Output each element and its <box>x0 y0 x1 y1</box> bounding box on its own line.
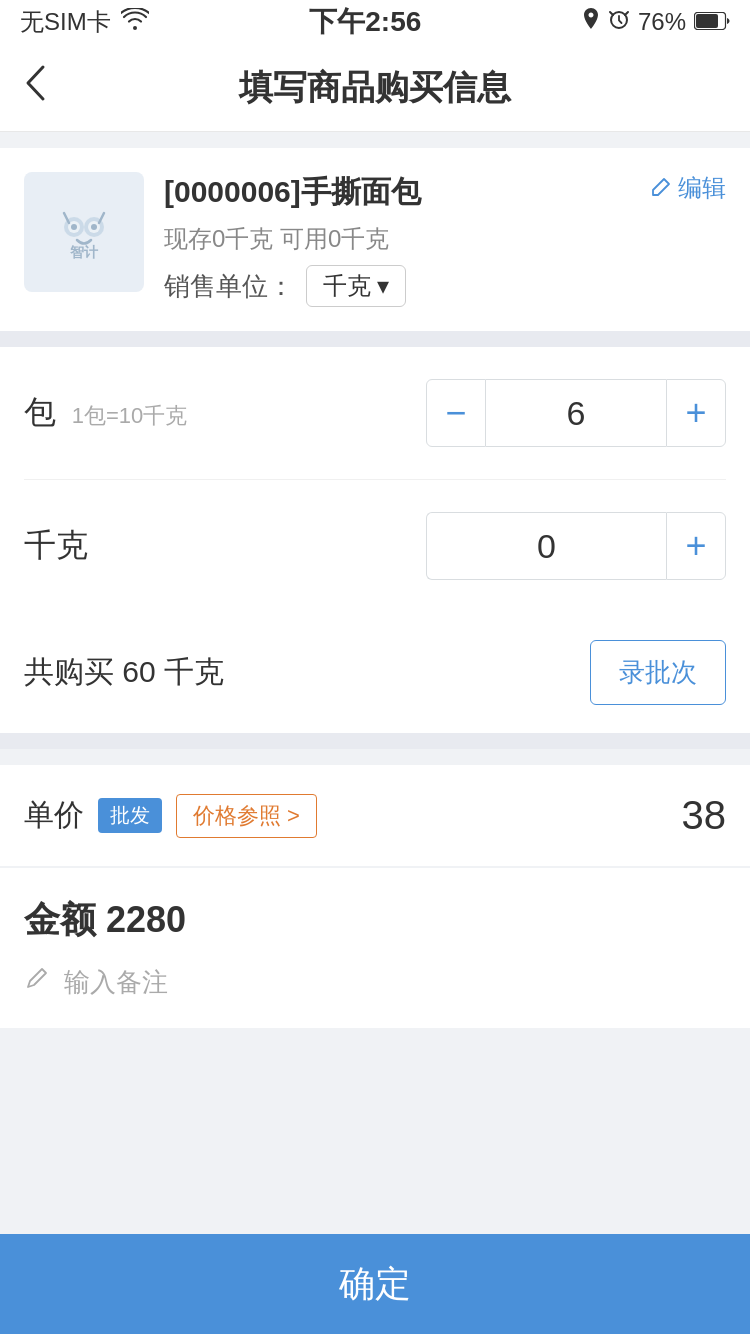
status-bar: 无SIM卡 下午2:56 <box>0 0 750 44</box>
bag-label: 包 <box>24 394 56 430</box>
svg-rect-2 <box>696 14 718 28</box>
summary-text: 共购买 60 千克 <box>24 652 224 693</box>
summary-section: 共购买 60 千克 录批次 <box>0 612 750 733</box>
confirm-button[interactable]: 确定 <box>0 1234 750 1334</box>
amount-section: 金额 2280 输入备注 <box>0 868 750 1028</box>
unit-value: 千克 <box>323 270 371 302</box>
svg-point-7 <box>71 224 77 230</box>
product-card: 智计 [0000006]手撕面包 现存0千克 可用0千克 销售单位： 千克 ▾ … <box>0 148 750 331</box>
divider-2 <box>0 733 750 749</box>
batch-button[interactable]: 录批次 <box>590 640 726 705</box>
amount-label: 金额 <box>24 899 106 940</box>
amount-row: 金额 2280 <box>24 896 726 945</box>
edit-remark-icon <box>24 965 52 1000</box>
bag-qty-input[interactable] <box>486 379 666 447</box>
product-unit-row: 销售单位： 千克 ▾ <box>164 265 726 307</box>
battery-text: 76% <box>638 8 686 36</box>
unit-label: 销售单位： <box>164 269 294 304</box>
bag-minus-button[interactable]: − <box>426 379 486 447</box>
kg-input-row: 千克 + <box>24 480 726 612</box>
alarm-icon <box>608 8 630 36</box>
product-code: [0000006]手撕面包 <box>164 172 726 213</box>
kg-qty-control: + <box>426 512 726 580</box>
status-right: 76% <box>582 8 730 36</box>
wifi-icon <box>121 8 149 36</box>
svg-text:智计: 智计 <box>69 244 99 260</box>
bag-input-row: 包 1包=10千克 − + <box>24 347 726 480</box>
location-icon <box>582 8 600 36</box>
edit-button[interactable]: 编辑 <box>648 172 726 204</box>
status-left: 无SIM卡 <box>20 6 149 38</box>
unit-chevron-icon: ▾ <box>377 272 389 300</box>
back-button[interactable] <box>24 64 46 111</box>
bag-qty-control: − + <box>426 379 726 447</box>
bag-plus-button[interactable]: + <box>666 379 726 447</box>
unit-selector[interactable]: 千克 ▾ <box>306 265 406 307</box>
input-section: 包 1包=10千克 − + 千克 + <box>0 347 750 612</box>
price-value: 38 <box>682 793 727 838</box>
bag-label-area: 包 1包=10千克 <box>24 391 187 435</box>
page-title: 填写商品购买信息 <box>239 65 511 111</box>
remark-row[interactable]: 输入备注 <box>24 965 726 1000</box>
kg-plus-button[interactable]: + <box>666 512 726 580</box>
price-left: 单价 批发 价格参照 > <box>24 794 317 838</box>
price-tag: 批发 <box>98 798 162 833</box>
confirm-text: 确定 <box>339 1260 411 1309</box>
kg-label: 千克 <box>24 527 88 563</box>
battery-icon <box>694 8 730 36</box>
kg-qty-input[interactable] <box>426 512 666 580</box>
product-thumbnail: 智计 <box>24 172 144 292</box>
amount-value: 2280 <box>106 899 186 940</box>
kg-label-area: 千克 <box>24 524 88 568</box>
nav-bar: 填写商品购买信息 <box>0 44 750 132</box>
product-info: [0000006]手撕面包 现存0千克 可用0千克 销售单位： 千克 ▾ <box>164 172 726 307</box>
remark-placeholder: 输入备注 <box>64 965 168 1000</box>
svg-point-8 <box>91 224 97 230</box>
carrier-text: 无SIM卡 <box>20 6 111 38</box>
divider-1 <box>0 331 750 347</box>
price-section: 单价 批发 价格参照 > 38 <box>0 765 750 866</box>
price-label: 单价 <box>24 795 84 836</box>
price-ref-button[interactable]: 价格参照 > <box>176 794 317 838</box>
status-time: 下午2:56 <box>309 3 421 41</box>
product-stock: 现存0千克 可用0千克 <box>164 223 726 255</box>
bag-hint: 1包=10千克 <box>72 403 188 428</box>
